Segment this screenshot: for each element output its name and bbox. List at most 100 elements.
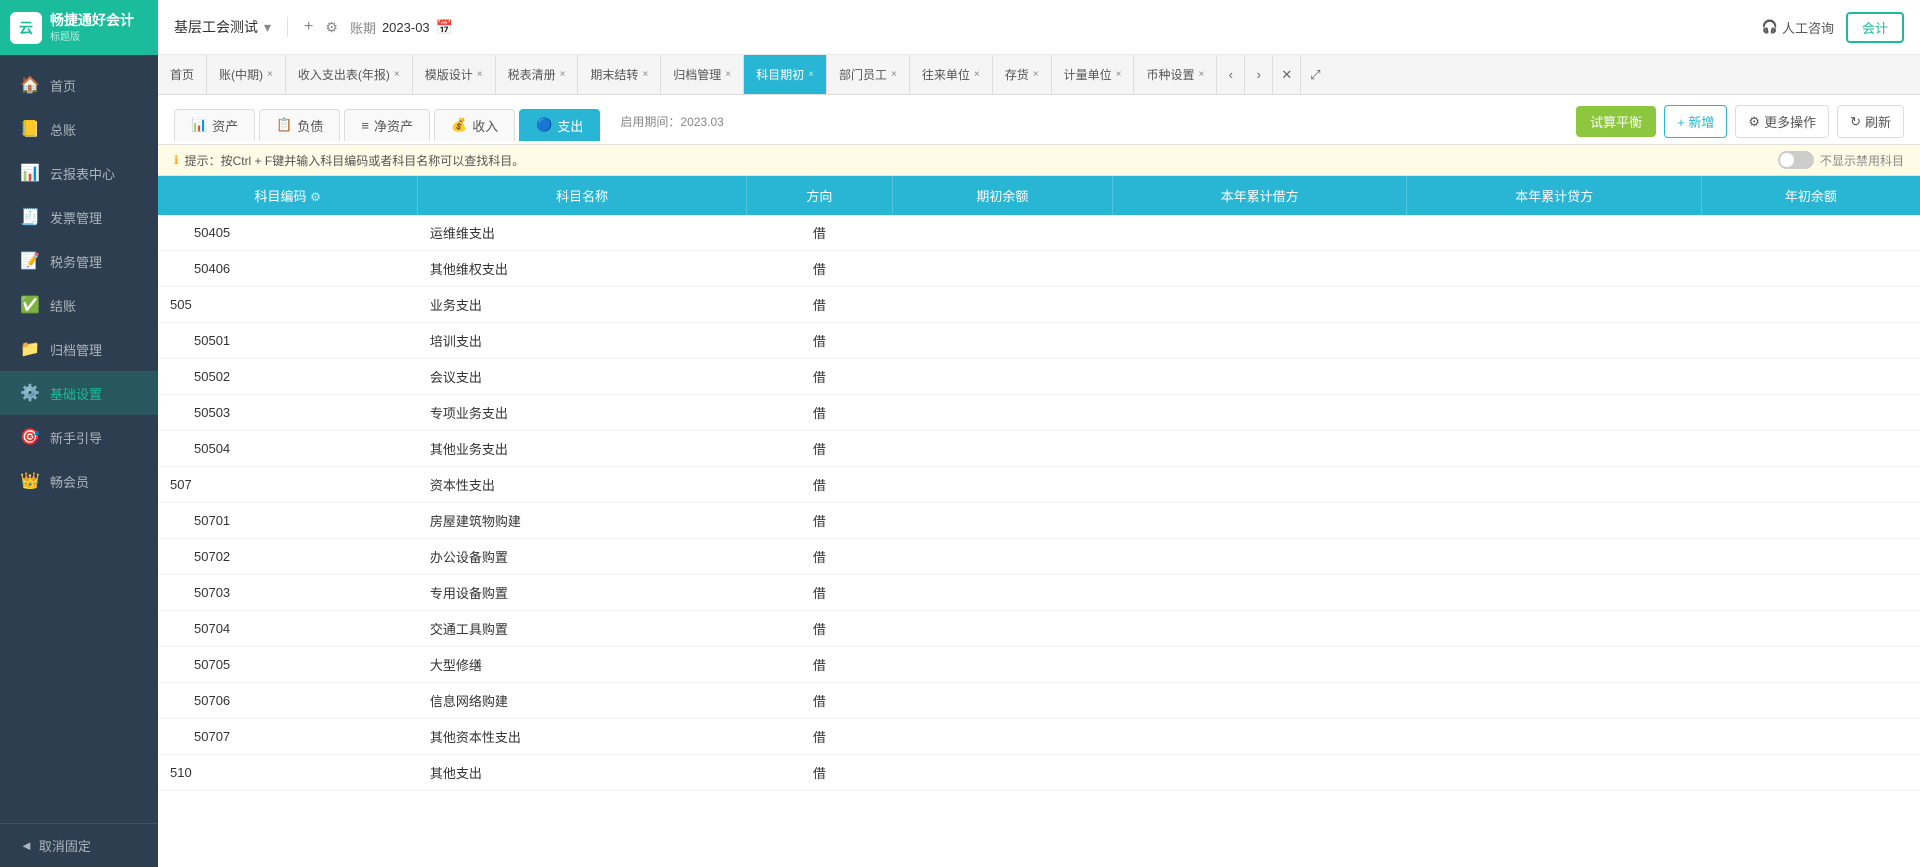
cell-name-0: 运维维支出 — [418, 215, 747, 251]
tab-close-2[interactable]: × — [394, 69, 400, 80]
tab-close-9[interactable]: × — [974, 69, 980, 80]
tab-prev-button[interactable]: ‹ — [1217, 55, 1245, 94]
table-row[interactable]: 50702 办公设备购置 借 — [158, 539, 1920, 575]
table-row[interactable]: 50703 专用设备购置 借 — [158, 575, 1920, 611]
sidebar-item-archive[interactable]: 📁 归档管理 — [0, 327, 158, 371]
sidebar-item-tax[interactable]: 📝 税务管理 — [0, 239, 158, 283]
tab-close-6[interactable]: × — [725, 69, 731, 80]
tab-9[interactable]: 往来单位× — [910, 55, 993, 94]
subtabs: 📊 资产 📋 负债 ≡ 净资产 💰 收入 🔵 支出 启用期间：2023.03 试 — [158, 95, 1920, 145]
subtab-liability[interactable]: 📋 负债 — [259, 109, 340, 141]
main-content: 基层工会测试 ▾ + ⚙ 账期 2023-03 📅 🎧 人工咨询 会计 首页账(… — [158, 0, 1920, 867]
tab-expand-button[interactable]: ⤢ — [1301, 55, 1329, 94]
tab-7[interactable]: 科目期初× — [744, 55, 827, 94]
gear-icon[interactable]: ⚙ — [310, 190, 321, 204]
table-row[interactable]: 50705 大型修缮 借 — [158, 647, 1920, 683]
sidebar-footer[interactable]: ◄ 取消固定 — [0, 823, 158, 867]
cell-direction-14: 借 — [747, 719, 893, 755]
tab-3[interactable]: 模版设计× — [413, 55, 496, 94]
tab-close-3[interactable]: × — [477, 69, 483, 80]
tab-4[interactable]: 税表清册× — [496, 55, 579, 94]
tab-5[interactable]: 期末结转× — [578, 55, 661, 94]
liability-icon: 📋 — [276, 117, 292, 133]
sidebar-item-member[interactable]: 👑 畅会员 — [0, 459, 158, 503]
cell-code-15: 510 — [158, 755, 418, 791]
cell-ytd-debit-4 — [1112, 359, 1406, 395]
settings-icon: ⚙️ — [20, 383, 40, 403]
tab-next-button[interactable]: › — [1245, 55, 1273, 94]
cell-opening-13 — [892, 683, 1112, 719]
table-row[interactable]: 50503 专项业务支出 借 — [158, 395, 1920, 431]
subtab-netasset[interactable]: ≡ 净资产 — [344, 109, 430, 141]
tab-12[interactable]: 币种设置× — [1134, 55, 1217, 94]
cell-ytd-credit-1 — [1407, 251, 1701, 287]
tab-2[interactable]: 收入支出表(年报)× — [286, 55, 413, 94]
table-row[interactable]: 50706 信息网络购建 借 — [158, 683, 1920, 719]
cell-code-14: 50707 — [158, 719, 418, 755]
table-row[interactable]: 50501 培训支出 借 — [158, 323, 1920, 359]
table-row[interactable]: 50704 交通工具购置 借 — [158, 611, 1920, 647]
company-selector[interactable]: 基层工会测试 ▾ — [174, 17, 271, 37]
table-row[interactable]: 507 资本性支出 借 — [158, 467, 1920, 503]
sidebar-item-reports[interactable]: 📊 云报表中心 — [0, 151, 158, 195]
tab-close-5[interactable]: × — [642, 69, 648, 80]
table-row[interactable]: 505 业务支出 借 — [158, 287, 1920, 323]
cell-ytd-credit-15 — [1407, 755, 1701, 791]
reports-icon: 📊 — [20, 163, 40, 183]
more-button[interactable]: ⚙ 更多操作 — [1735, 105, 1829, 138]
tab-close-7[interactable]: × — [808, 69, 814, 80]
tab-8[interactable]: 部门员工× — [827, 55, 910, 94]
account-button[interactable]: 会计 — [1846, 12, 1904, 43]
table-row[interactable]: 50502 会议支出 借 — [158, 359, 1920, 395]
tab-11[interactable]: 计量单位× — [1052, 55, 1135, 94]
help-button[interactable]: 🎧 人工咨询 — [1762, 18, 1834, 37]
tab-1[interactable]: 账(中期)× — [207, 55, 286, 94]
sidebar-item-ledger[interactable]: 📒 总账 — [0, 107, 158, 151]
app-logo-icon: 云 — [10, 12, 42, 44]
tab-close-4[interactable]: × — [560, 69, 566, 80]
tab-0[interactable]: 首页 — [158, 55, 207, 94]
period-selector[interactable]: 账期 2023-03 📅 — [350, 18, 453, 37]
cell-ytd-debit-8 — [1112, 503, 1406, 539]
sidebar-item-settings[interactable]: ⚙️ 基础设置 — [0, 371, 158, 415]
ledger-icon: 📒 — [20, 119, 40, 139]
disable-toggle[interactable] — [1778, 151, 1814, 169]
sidebar-item-checkout[interactable]: ✅ 结账 — [0, 283, 158, 327]
subtab-asset[interactable]: 📊 资产 — [174, 109, 255, 141]
sidebar-item-guide[interactable]: 🎯 新手引导 — [0, 415, 158, 459]
cell-ytd-credit-9 — [1407, 539, 1701, 575]
table-row[interactable]: 510 其他支出 借 — [158, 755, 1920, 791]
tab-close-12[interactable]: × — [1198, 69, 1204, 80]
sidebar-item-home[interactable]: 🏠 首页 — [0, 63, 158, 107]
expense-icon: 🔵 — [536, 117, 552, 133]
sidebar-item-invoice[interactable]: 🧾 发票管理 — [0, 195, 158, 239]
cell-opening-6 — [892, 431, 1112, 467]
refresh-button[interactable]: ↻ 刷新 — [1837, 105, 1904, 138]
more-icon: ⚙ — [1748, 114, 1760, 130]
table-row[interactable]: 50406 其他维权支出 借 — [158, 251, 1920, 287]
settings-icon[interactable]: ⚙ — [325, 19, 338, 36]
tab-10[interactable]: 存货× — [993, 55, 1052, 94]
tab-close-11[interactable]: × — [1116, 69, 1122, 80]
tab-label-0: 首页 — [170, 66, 194, 83]
period-display: 启用期间：2023.03 — [620, 113, 723, 136]
company-dropdown-icon[interactable]: ▾ — [264, 19, 271, 36]
table-row[interactable]: 50707 其他资本性支出 借 — [158, 719, 1920, 755]
balance-button[interactable]: 试算平衡 — [1576, 106, 1656, 137]
add-button[interactable]: + 新增 — [1664, 105, 1727, 138]
tab-close-8[interactable]: × — [891, 69, 897, 80]
cell-name-5: 专项业务支出 — [418, 395, 747, 431]
tab-close-1[interactable]: × — [267, 69, 273, 80]
tab-close-all-button[interactable]: ✕ — [1273, 55, 1301, 94]
headset-icon: 🎧 — [1762, 19, 1778, 35]
subtab-income[interactable]: 💰 收入 — [434, 109, 515, 141]
table-row[interactable]: 50701 房屋建筑物购建 借 — [158, 503, 1920, 539]
table-row[interactable]: 50405 运维维支出 借 — [158, 215, 1920, 251]
add-company-icon[interactable]: + — [304, 18, 313, 36]
tab-close-10[interactable]: × — [1033, 69, 1039, 80]
subtab-expense[interactable]: 🔵 支出 — [519, 109, 600, 141]
table-row[interactable]: 50504 其他业务支出 借 — [158, 431, 1920, 467]
cell-opening-1 — [892, 251, 1112, 287]
tab-6[interactable]: 归档管理× — [661, 55, 744, 94]
cell-ytd-credit-13 — [1407, 683, 1701, 719]
